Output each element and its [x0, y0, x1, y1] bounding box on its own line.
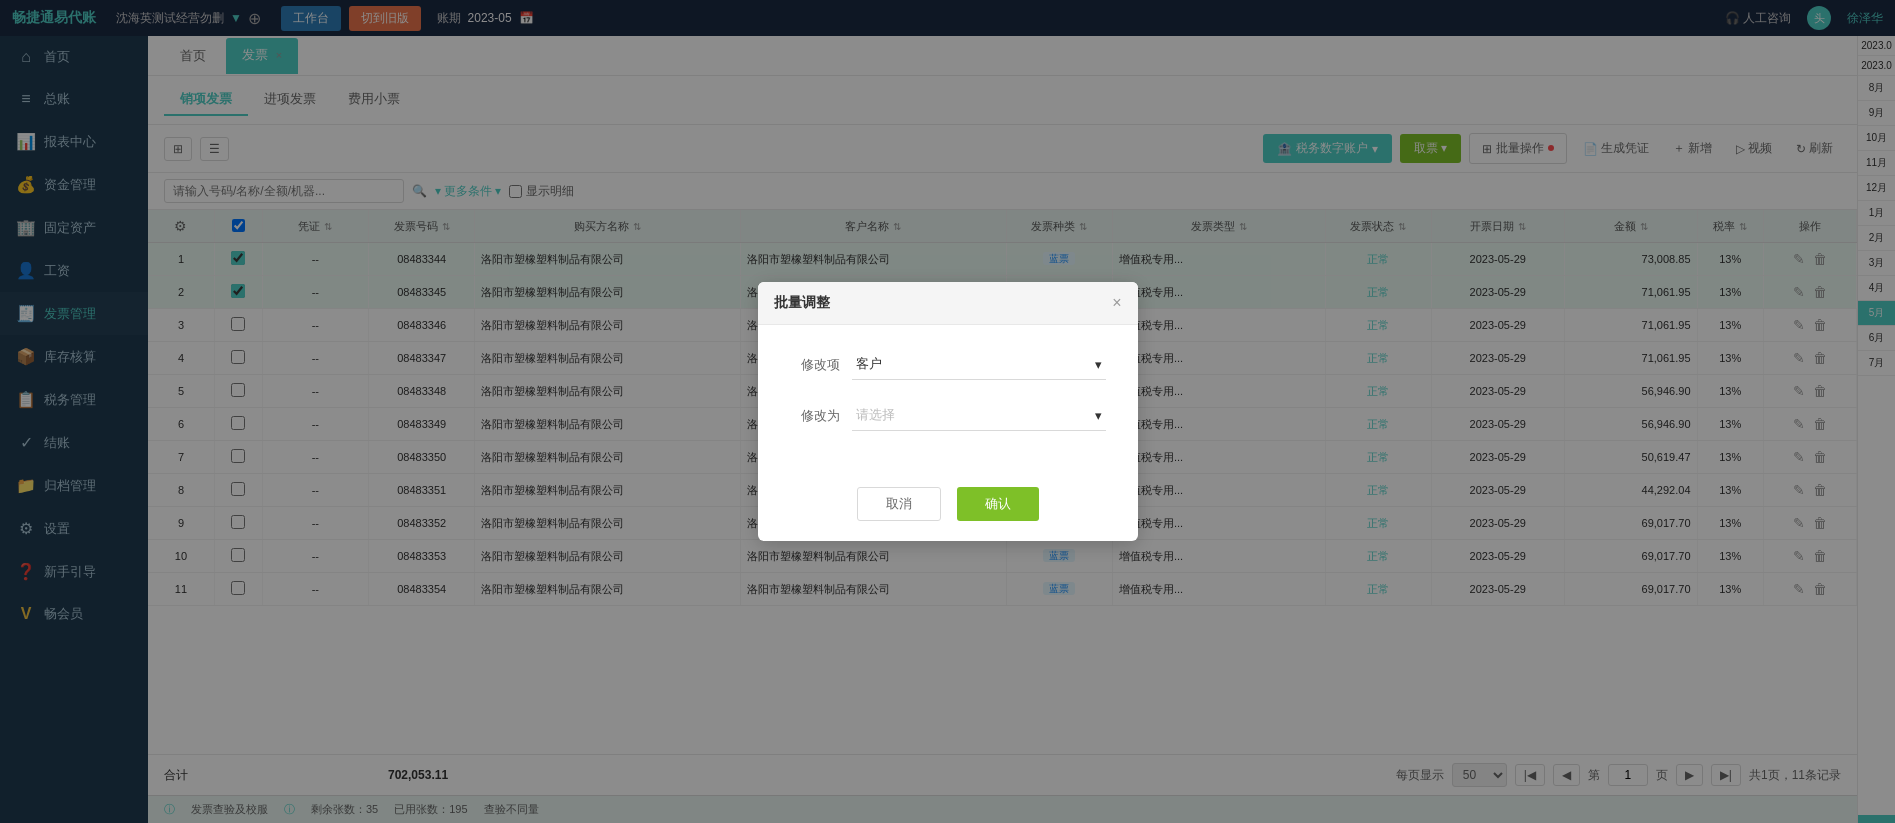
modify-field-label: 修改项	[790, 356, 840, 374]
modify-value-label: 修改为	[790, 407, 840, 425]
confirm-button[interactable]: 确认	[957, 487, 1039, 521]
modal-footer: 取消 确认	[758, 475, 1138, 541]
batch-adjust-modal: 批量调整 × 修改项 客户 ▾ 修改为 请选择 ▾ 取消 确认	[758, 282, 1138, 541]
modify-value-row: 修改为 请选择 ▾	[790, 400, 1106, 431]
value-select-arrow-icon: ▾	[1095, 408, 1102, 423]
cancel-button[interactable]: 取消	[857, 487, 941, 521]
modify-field-row: 修改项 客户 ▾	[790, 349, 1106, 380]
modify-value-select[interactable]: 请选择 ▾	[852, 400, 1106, 431]
modify-field-select[interactable]: 客户 ▾	[852, 349, 1106, 380]
select-arrow-icon: ▾	[1095, 357, 1102, 372]
modal-overlay: 批量调整 × 修改项 客户 ▾ 修改为 请选择 ▾ 取消 确认	[0, 0, 1895, 823]
modal-title: 批量调整	[774, 294, 830, 312]
modal-body: 修改项 客户 ▾ 修改为 请选择 ▾	[758, 325, 1138, 475]
modal-close-button[interactable]: ×	[1112, 294, 1121, 312]
modal-header: 批量调整 ×	[758, 282, 1138, 325]
